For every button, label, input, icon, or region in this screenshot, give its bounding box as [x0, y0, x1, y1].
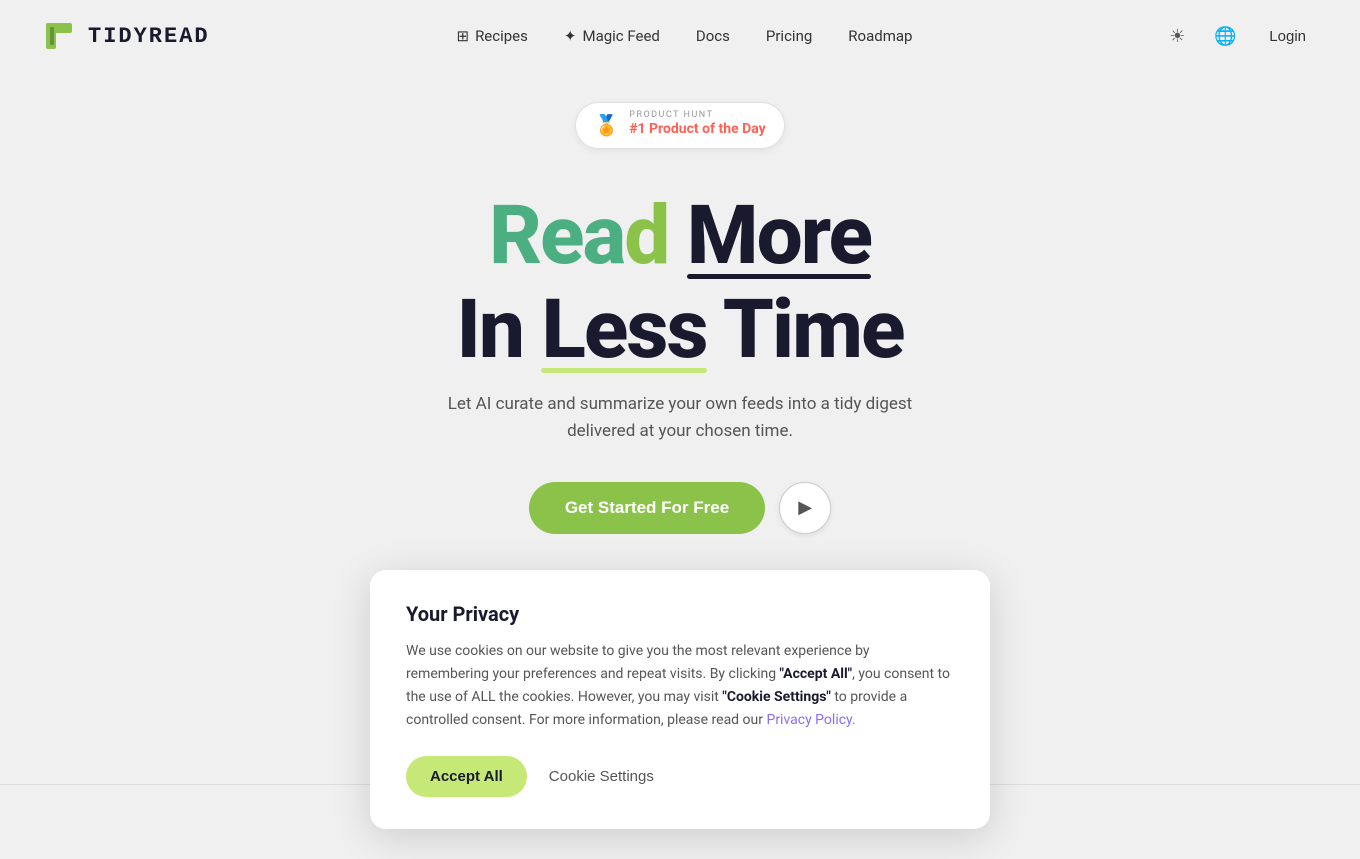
privacy-title: Your Privacy — [406, 602, 954, 626]
hero-title-line1: Read More — [457, 189, 904, 283]
letter-d: d — [624, 188, 668, 284]
language-button[interactable]: 🌐 — [1207, 18, 1243, 54]
word-more: More — [687, 189, 871, 283]
hero-title: Read More In Less Time — [457, 189, 904, 378]
privacy-policy-link[interactable]: Privacy Policy. — [766, 712, 855, 728]
nav-item-pricing[interactable]: Pricing — [752, 19, 826, 53]
ph-badge-text: PRODUCT HUNT #1 Product of the Day — [629, 111, 765, 140]
nav-item-recipes[interactable]: ⊞ Recipes — [442, 19, 541, 53]
nav-right: ☀ 🌐 Login — [1159, 18, 1320, 54]
nav-item-roadmap[interactable]: Roadmap — [834, 19, 926, 53]
cta-row: Get Started For Free ▶ — [529, 482, 831, 534]
logo[interactable]: TIDYREAD — [40, 17, 210, 55]
word-less: Less — [541, 283, 706, 377]
cookie-settings-button[interactable]: Cookie Settings — [541, 756, 662, 797]
accept-all-inline: "Accept All" — [780, 666, 853, 682]
sun-icon: ☀ — [1169, 26, 1185, 47]
accept-all-button[interactable]: Accept All — [406, 756, 527, 797]
get-started-button[interactable]: Get Started For Free — [529, 482, 765, 534]
letter-r: R — [489, 188, 540, 284]
nav-links: ⊞ Recipes ✦ Magic Feed Docs Pricing Road… — [442, 19, 926, 53]
nav-item-magic-feed[interactable]: ✦ Magic Feed — [550, 19, 674, 53]
privacy-body: We use cookies on our website to give yo… — [406, 640, 954, 732]
product-hunt-badge[interactable]: 🏅 PRODUCT HUNT #1 Product of the Day — [575, 102, 784, 149]
sparkle-icon: ✦ — [564, 27, 577, 45]
hero-title-line2: In Less Time — [457, 283, 904, 377]
globe-icon: 🌐 — [1214, 26, 1236, 47]
navbar: TIDYREAD ⊞ Recipes ✦ Magic Feed Docs Pri… — [0, 0, 1360, 72]
medal-icon: 🏅 — [594, 113, 619, 137]
layers-icon: ⊞ — [456, 27, 469, 45]
letter-a: a — [582, 188, 624, 284]
login-button[interactable]: Login — [1255, 20, 1320, 53]
play-icon: ▶ — [798, 497, 812, 518]
play-button[interactable]: ▶ — [779, 482, 831, 534]
privacy-overlay: Your Privacy We use cookies on our websi… — [0, 570, 1360, 859]
logo-icon — [40, 17, 78, 55]
theme-toggle-button[interactable]: ☀ — [1159, 18, 1195, 54]
privacy-buttons: Accept All Cookie Settings — [406, 756, 954, 797]
privacy-card: Your Privacy We use cookies on our websi… — [370, 570, 990, 829]
letter-e: e — [540, 188, 582, 284]
nav-item-docs[interactable]: Docs — [682, 19, 744, 53]
cookie-settings-inline: "Cookie Settings" — [722, 689, 831, 705]
hero-subtitle: Let AI curate and summarize your own fee… — [420, 391, 940, 445]
logo-text: TIDYREAD — [88, 24, 210, 49]
